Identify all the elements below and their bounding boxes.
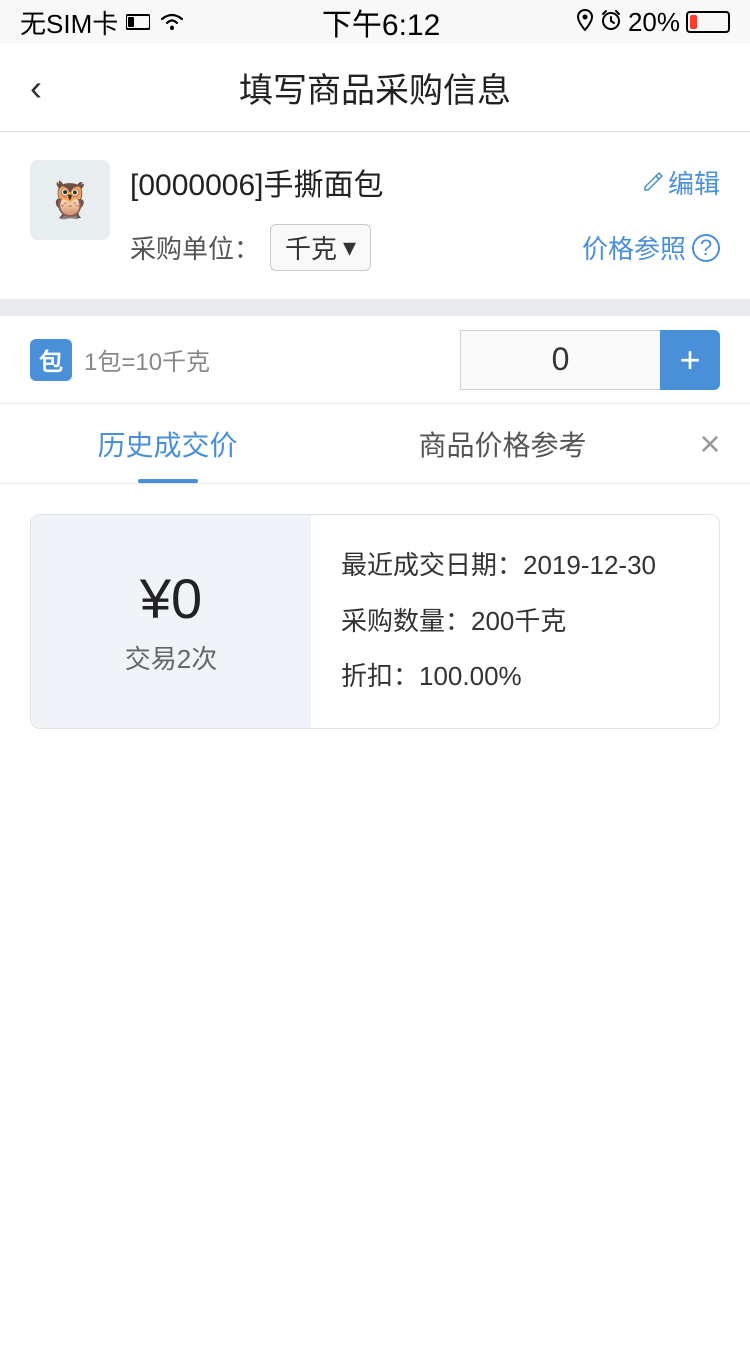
- transaction-count: 交易2次: [125, 639, 217, 676]
- page-bottom: [0, 759, 750, 1359]
- status-left: 无SIM卡: [20, 4, 186, 41]
- quantity-input-area: 0 +: [460, 330, 720, 390]
- product-thumbnail-icon: 🦉: [48, 179, 93, 221]
- last-date-row: 最近成交日期：2019-12-30: [341, 545, 689, 587]
- currency-symbol: ¥: [140, 567, 171, 630]
- price-ref-label: 价格参照: [582, 229, 686, 266]
- carrier-text: 无SIM卡: [20, 4, 118, 41]
- nav-bar: ‹ 填写商品采购信息: [0, 44, 750, 132]
- history-section: ¥0 交易2次 最近成交日期：2019-12-30 采购数量：200千克 折扣：…: [0, 484, 750, 759]
- purchase-unit-row: 采购单位： 千克 ▾ 价格参照 ?: [130, 224, 720, 271]
- dropdown-arrow-icon: ▾: [343, 232, 356, 263]
- quantity-input[interactable]: 0: [460, 330, 660, 390]
- price-card-left: ¥0 交易2次: [31, 515, 311, 728]
- edit-label: 编辑: [668, 164, 720, 201]
- sim-icon: [126, 7, 150, 38]
- quantity-detail-value: 200千克: [471, 606, 566, 636]
- plus-button[interactable]: +: [660, 330, 720, 390]
- product-name: [0000006]手撕面包: [130, 160, 383, 204]
- product-card: 🦉 [0000006]手撕面包 编辑 采购单位： 千克 ▾: [0, 132, 750, 300]
- quantity-label-area: 包 1包=10千克: [30, 339, 210, 381]
- product-name-row: [0000006]手撕面包 编辑: [130, 160, 720, 204]
- edit-link[interactable]: 编辑: [642, 164, 720, 201]
- amount-value: 0: [171, 567, 202, 630]
- status-bar: 无SIM卡 下午6:12: [0, 0, 750, 44]
- bottom-panel: 历史成交价 商品价格参考 × ¥0 交易2次 最近成交日期：2019-12-30: [0, 404, 750, 1359]
- battery-icon: [686, 11, 730, 33]
- product-image: 🦉: [30, 160, 110, 240]
- last-date-label: 最近成交日期：: [341, 550, 523, 580]
- unit-value: 千克: [285, 229, 337, 266]
- package-icon: 包: [30, 339, 72, 381]
- purchase-unit-left: 采购单位： 千克 ▾: [130, 224, 371, 271]
- status-right: 20%: [576, 7, 730, 38]
- quantity-row-detail: 采购数量：200千克: [341, 601, 689, 643]
- purchase-unit-label: 采购单位：: [130, 229, 260, 266]
- tab-product-price-ref-label: 商品价格参考: [418, 424, 586, 464]
- tab-product-price-ref[interactable]: 商品价格参考: [335, 404, 670, 483]
- unit-dropdown[interactable]: 千克 ▾: [270, 224, 371, 271]
- wifi-icon: [158, 7, 186, 38]
- quantity-value: 0: [552, 341, 570, 378]
- price-card-right: 最近成交日期：2019-12-30 采购数量：200千克 折扣：100.00%: [311, 515, 719, 728]
- price-amount: ¥0: [140, 566, 202, 631]
- tab-bar: 历史成交价 商品价格参考 ×: [0, 404, 750, 484]
- section-divider: [0, 300, 750, 316]
- status-time: 下午6:12: [322, 0, 440, 44]
- discount-value: 100.00%: [419, 661, 522, 691]
- price-ref-button[interactable]: 价格参照 ?: [582, 229, 720, 266]
- back-button[interactable]: ‹: [30, 67, 42, 109]
- discount-label: 折扣：: [341, 661, 419, 691]
- close-button[interactable]: ×: [670, 423, 750, 465]
- location-icon: [576, 7, 594, 38]
- alarm-icon: [600, 7, 622, 38]
- last-date-value: 2019-12-30: [523, 550, 656, 580]
- quantity-row: 包 1包=10千克 0 +: [0, 316, 750, 404]
- discount-row: 折扣：100.00%: [341, 656, 689, 698]
- close-icon: ×: [699, 423, 720, 465]
- tab-history-price[interactable]: 历史成交价: [0, 404, 335, 483]
- product-details: [0000006]手撕面包 编辑 采购单位： 千克 ▾: [130, 160, 720, 271]
- quantity-detail-label: 采购数量：: [341, 606, 471, 636]
- tab-history-price-label: 历史成交价: [97, 424, 237, 464]
- page-title: 填写商品采购信息: [239, 63, 511, 112]
- tab-underline: [138, 479, 198, 483]
- price-ref-help-icon: ?: [692, 234, 720, 262]
- unit-conversion: 1包=10千克: [84, 342, 210, 377]
- price-card: ¥0 交易2次 最近成交日期：2019-12-30 采购数量：200千克 折扣：…: [30, 514, 720, 729]
- battery-percentage: 20%: [628, 7, 680, 38]
- product-header: 🦉 [0000006]手撕面包 编辑 采购单位： 千克 ▾: [30, 160, 720, 271]
